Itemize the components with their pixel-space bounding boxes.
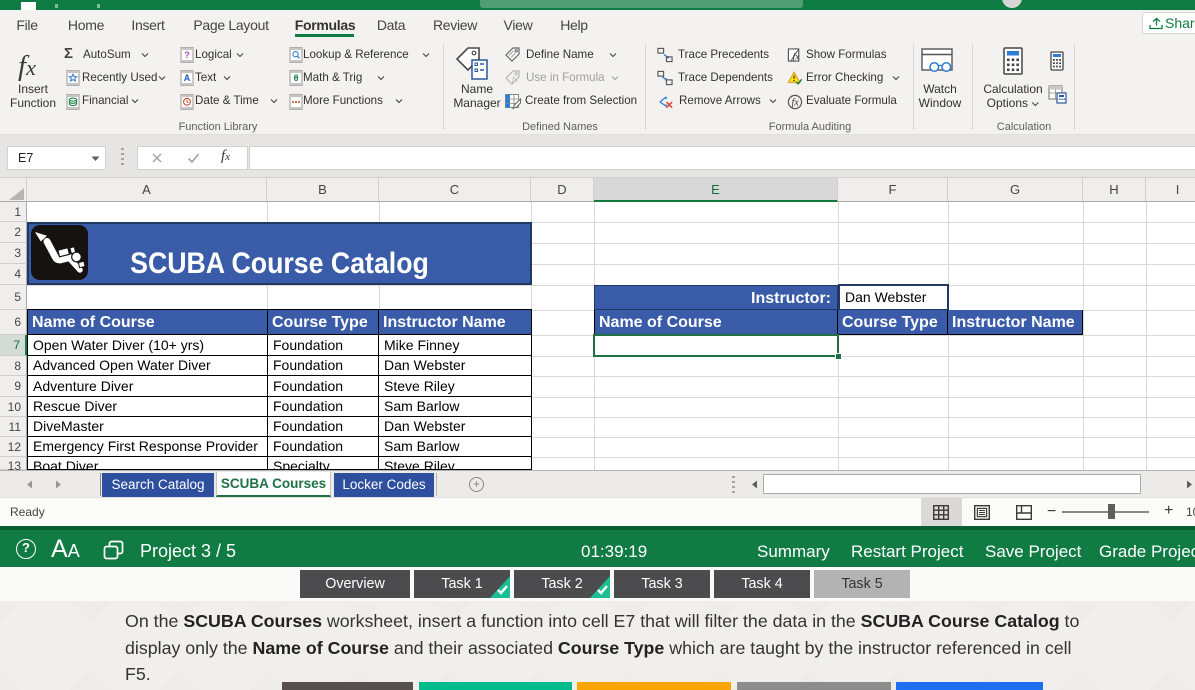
svg-text:?: ? [184,50,190,60]
svg-text:fx: fx [792,98,800,109]
svg-text:A: A [184,73,191,83]
svg-text:fx: fx [793,52,801,63]
svg-text:fx: fx [512,75,518,84]
svg-text:θ: θ [294,73,299,83]
